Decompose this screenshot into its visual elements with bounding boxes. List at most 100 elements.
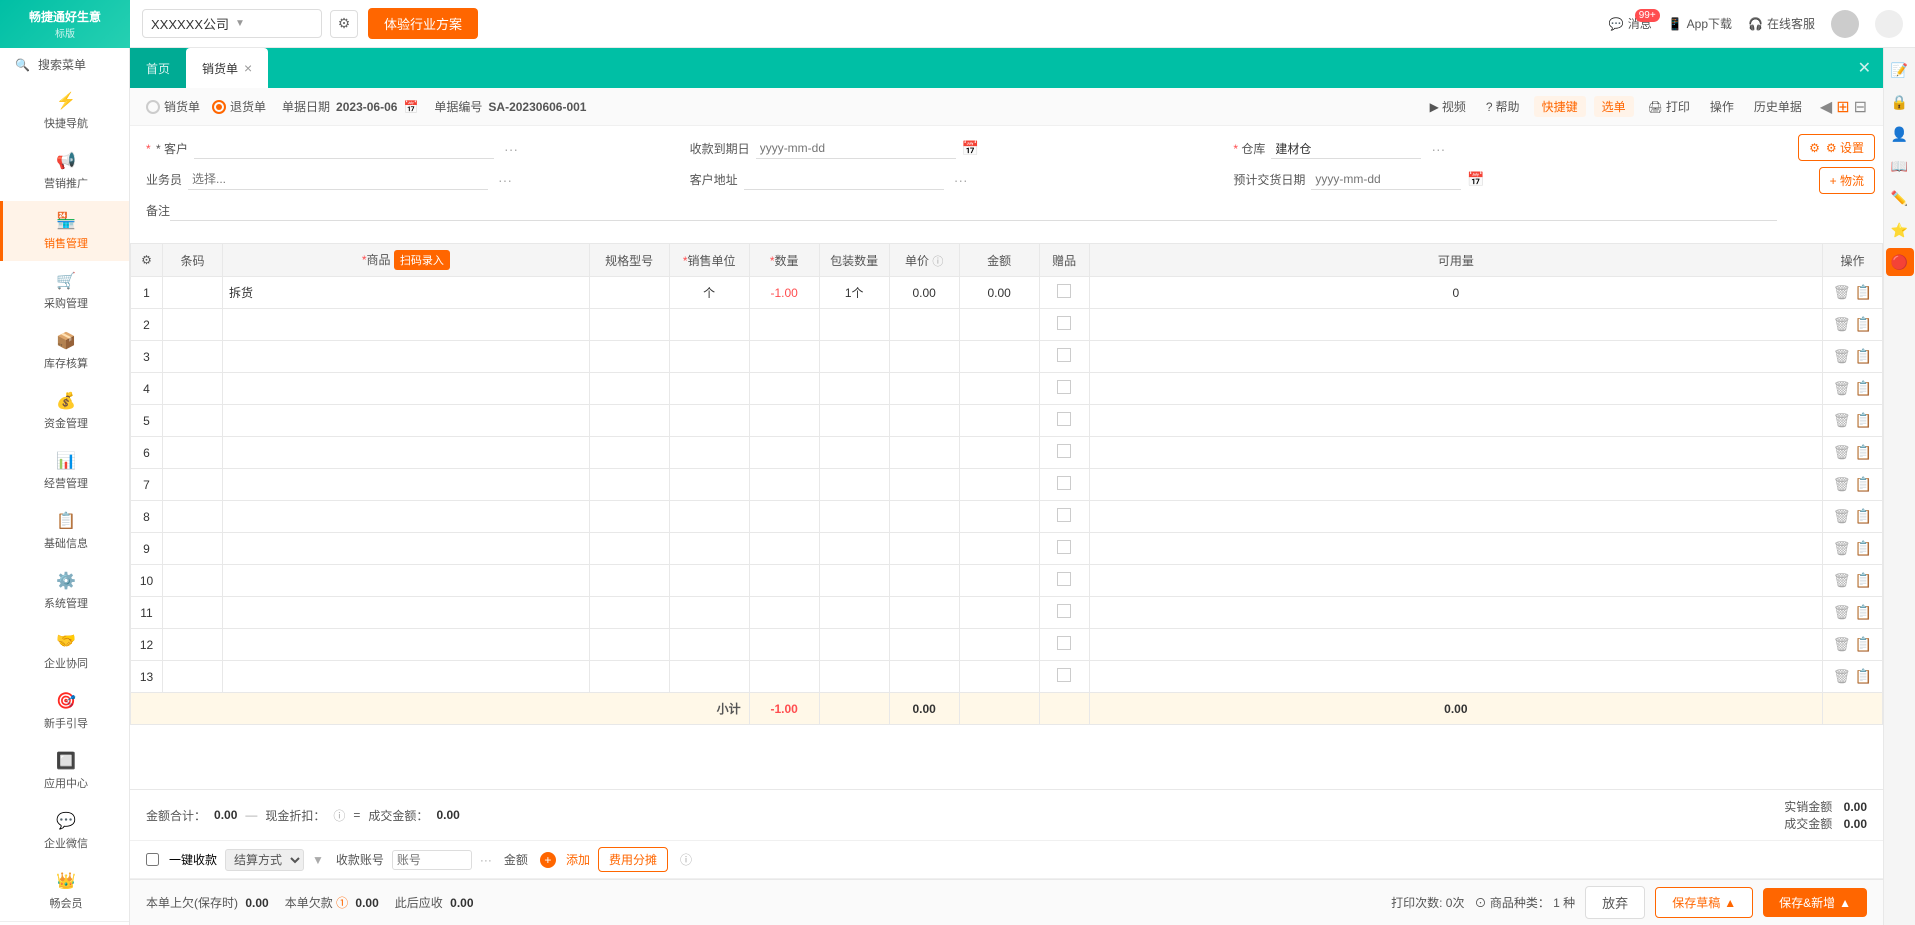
tab-close-all-icon[interactable]: ✕: [1858, 60, 1871, 77]
cell-unit[interactable]: 个: [669, 277, 749, 309]
sidebar-item-guide[interactable]: 🎯 新手引导: [0, 681, 129, 741]
cell-spec[interactable]: [589, 629, 669, 661]
cell-unit[interactable]: [669, 341, 749, 373]
expected-date-calendar-icon[interactable]: 📅: [1467, 171, 1484, 188]
barcode-input[interactable]: [167, 510, 218, 524]
cell-unit-price[interactable]: [889, 405, 959, 437]
cell-unit-price[interactable]: 0.00: [889, 277, 959, 309]
detail-view-icon[interactable]: ⊟: [1854, 97, 1867, 117]
radio-sales[interactable]: 销货单: [146, 98, 200, 115]
cell-quantity[interactable]: [749, 309, 819, 341]
discard-button[interactable]: 放弃: [1585, 886, 1645, 919]
cell-unit[interactable]: [669, 661, 749, 693]
sidebar-item-system[interactable]: ⚙️ 系统管理: [0, 561, 129, 621]
row-delete-icon[interactable]: 🗑: [1833, 572, 1851, 589]
select-button[interactable]: 选单: [1594, 96, 1634, 117]
warehouse-dots-icon[interactable]: ···: [1431, 141, 1445, 157]
cell-barcode[interactable]: [163, 309, 223, 341]
cell-spec[interactable]: [589, 661, 669, 693]
cell-amount[interactable]: [959, 629, 1039, 661]
sidebar-item-search[interactable]: 🔍 搜索菜单: [0, 48, 129, 81]
user-avatar[interactable]: [1831, 10, 1859, 38]
cell-gift[interactable]: [1039, 661, 1089, 693]
cell-quantity[interactable]: [749, 597, 819, 629]
cell-spec[interactable]: [589, 469, 669, 501]
row-delete-icon[interactable]: 🗑: [1833, 604, 1851, 621]
save-draft-button[interactable]: 保存草稿 ▲: [1655, 887, 1753, 918]
barcode-input[interactable]: [167, 286, 218, 300]
cell-quantity[interactable]: [749, 501, 819, 533]
cell-quantity[interactable]: [749, 341, 819, 373]
sidebar-item-inventory[interactable]: 📦 库存核算: [0, 321, 129, 381]
cell-unit-price[interactable]: [889, 469, 959, 501]
cell-barcode[interactable]: [163, 373, 223, 405]
cell-quantity[interactable]: [749, 405, 819, 437]
scan-button[interactable]: 扫码录入: [394, 250, 450, 270]
customer-address-input[interactable]: [744, 169, 944, 190]
cell-gift[interactable]: [1039, 597, 1089, 629]
row-delete-icon[interactable]: 🗑: [1833, 412, 1851, 429]
message-button[interactable]: 💬 消息 99+: [1609, 15, 1652, 32]
date-calendar-icon[interactable]: 📅: [403, 100, 418, 114]
cell-product[interactable]: [223, 565, 590, 597]
cell-amount[interactable]: [959, 533, 1039, 565]
gift-checkbox[interactable]: [1057, 572, 1071, 586]
help-button[interactable]: ? 帮助: [1480, 96, 1526, 117]
sidebar-item-purchase[interactable]: 🛒 采购管理: [0, 261, 129, 321]
address-dots-icon[interactable]: ···: [954, 172, 968, 188]
cell-pkg-qty[interactable]: [819, 373, 889, 405]
radio-return[interactable]: 退货单: [212, 98, 266, 115]
cell-product[interactable]: [223, 341, 590, 373]
cell-product[interactable]: [223, 629, 590, 661]
cell-unit[interactable]: [669, 533, 749, 565]
row-delete-icon[interactable]: 🗑: [1833, 636, 1851, 653]
row-delete-icon[interactable]: 🗑: [1833, 348, 1851, 365]
cell-pkg-qty[interactable]: [819, 629, 889, 661]
expected-date-input[interactable]: [1311, 169, 1461, 190]
cell-amount[interactable]: [959, 661, 1039, 693]
total-debt-info-icon[interactable]: ①: [336, 896, 348, 910]
cell-spec[interactable]: [589, 309, 669, 341]
cell-pkg-qty[interactable]: [819, 501, 889, 533]
gift-checkbox[interactable]: [1057, 412, 1071, 426]
cell-product[interactable]: [223, 533, 590, 565]
cell-product[interactable]: [223, 373, 590, 405]
cell-product[interactable]: 拆货: [223, 277, 590, 309]
cell-unit[interactable]: [669, 469, 749, 501]
row-delete-icon[interactable]: 🗑: [1833, 284, 1851, 301]
history-button[interactable]: 历史单据: [1748, 96, 1808, 117]
gift-checkbox[interactable]: [1057, 316, 1071, 330]
cell-barcode[interactable]: [163, 341, 223, 373]
sidebar-item-wechat[interactable]: 💬 企业微信: [0, 801, 129, 861]
cell-amount[interactable]: [959, 501, 1039, 533]
right-panel-icon-6[interactable]: ⭐: [1886, 216, 1914, 244]
right-panel-icon-1[interactable]: 📝: [1886, 56, 1914, 84]
cell-barcode[interactable]: [163, 629, 223, 661]
one-click-checkbox[interactable]: [146, 853, 159, 866]
salesperson-input[interactable]: [188, 169, 488, 190]
cell-unit-price[interactable]: [889, 597, 959, 629]
setting-button[interactable]: ⚙ ⚙ 设置: [1798, 134, 1875, 161]
cell-product[interactable]: [223, 437, 590, 469]
sidebar-item-quick-nav[interactable]: ⚡ 快捷导航: [0, 81, 129, 141]
barcode-input[interactable]: [167, 318, 218, 332]
cell-barcode[interactable]: [163, 405, 223, 437]
cell-gift[interactable]: [1039, 341, 1089, 373]
cell-product[interactable]: [223, 501, 590, 533]
list-view-icon[interactable]: ◀: [1820, 97, 1832, 117]
cell-amount[interactable]: [959, 597, 1039, 629]
row-delete-icon[interactable]: 🗑: [1833, 540, 1851, 557]
cell-unit[interactable]: [669, 437, 749, 469]
cell-quantity[interactable]: [749, 661, 819, 693]
customer-dots-icon[interactable]: ···: [504, 141, 518, 157]
cell-gift[interactable]: [1039, 373, 1089, 405]
cell-pkg-qty[interactable]: [819, 469, 889, 501]
cell-spec[interactable]: [589, 341, 669, 373]
user-avatar-2[interactable]: [1875, 10, 1903, 38]
gift-checkbox[interactable]: [1057, 476, 1071, 490]
cell-quantity[interactable]: [749, 373, 819, 405]
row-delete-icon[interactable]: 🗑: [1833, 508, 1851, 525]
cell-unit-price[interactable]: [889, 629, 959, 661]
right-panel-icon-4[interactable]: 📖: [1886, 152, 1914, 180]
cell-spec[interactable]: [589, 437, 669, 469]
